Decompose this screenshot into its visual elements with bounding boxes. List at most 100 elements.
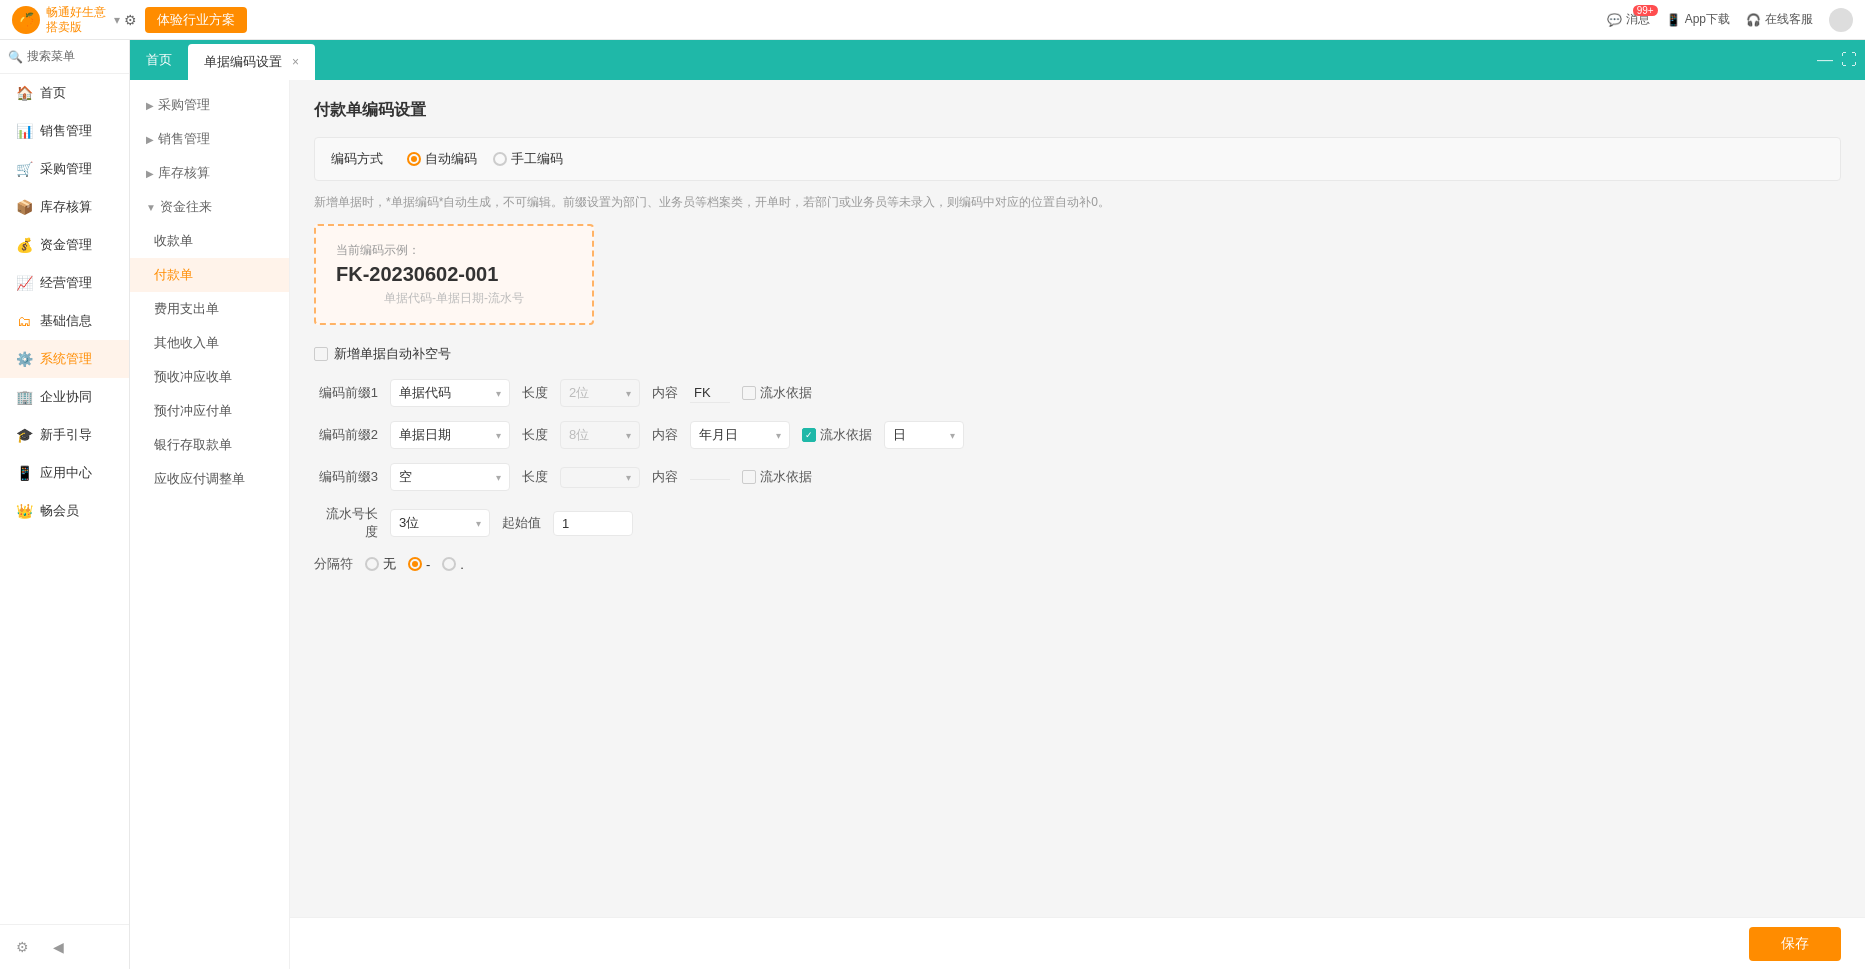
auto-code-radio[interactable]: 自动编码 bbox=[407, 150, 477, 168]
prefix2-watermark-checkbox[interactable]: ✓ bbox=[802, 428, 816, 442]
prefix3-watermark-check: 流水依据 bbox=[742, 468, 812, 486]
tab-home[interactable]: 首页 bbox=[130, 40, 188, 80]
sidebar-item-base[interactable]: 🗂 基础信息 bbox=[0, 302, 129, 340]
submenu-item-other-income[interactable]: 其他收入单 bbox=[130, 326, 289, 360]
sidebar-item-member[interactable]: 👑 畅会员 bbox=[0, 492, 129, 530]
prefix1-content-value: FK bbox=[690, 383, 730, 403]
prefix3-dropdown-icon: ▾ bbox=[496, 472, 501, 483]
sep-none-radio[interactable]: 无 bbox=[365, 555, 396, 573]
prefix2-select[interactable]: 单据日期 ▾ bbox=[390, 421, 510, 449]
sep-dot-radio[interactable]: . bbox=[442, 557, 464, 572]
arrow-right-icon: ▶ bbox=[146, 100, 154, 111]
prefix2-cycle-select[interactable]: 日 ▾ bbox=[884, 421, 964, 449]
prefix3-content-value bbox=[690, 475, 730, 480]
tab-bar-right: — ⛶ bbox=[1817, 51, 1865, 69]
prefix2-content-dropdown-icon: ▾ bbox=[776, 430, 781, 441]
sidebar-item-newbie[interactable]: 🎓 新手引导 bbox=[0, 416, 129, 454]
submenu-item-advance-receipt[interactable]: 预收冲应收单 bbox=[130, 360, 289, 394]
auto-fill-label: 新增单据自动补空号 bbox=[334, 345, 451, 363]
tab-active[interactable]: 单据编码设置 × bbox=[188, 44, 315, 80]
prefix3-content-label: 内容 bbox=[652, 468, 678, 486]
newbie-icon: 🎓 bbox=[16, 427, 32, 443]
purchase-icon: 🛒 bbox=[16, 161, 32, 177]
start-value-input[interactable] bbox=[553, 511, 633, 536]
manual-code-radio[interactable]: 手工编码 bbox=[493, 150, 563, 168]
prefix3-row: 编码前缀3 空 ▾ 长度 ▾ 内容 bbox=[314, 463, 1841, 491]
submenu-item-receipt[interactable]: 收款单 bbox=[130, 224, 289, 258]
save-button[interactable]: 保存 bbox=[1749, 927, 1841, 961]
prefix1-select[interactable]: 单据代码 ▾ bbox=[390, 379, 510, 407]
tab-expand-icon[interactable]: ⛶ bbox=[1841, 51, 1857, 69]
submenu-item-expense[interactable]: 费用支出单 bbox=[130, 292, 289, 326]
arrow-right-icon2: ▶ bbox=[146, 134, 154, 145]
sidebar-item-finance[interactable]: 💰 资金管理 bbox=[0, 226, 129, 264]
prefix3-length-dropdown-icon: ▾ bbox=[626, 472, 631, 483]
sep-none-radio-dot bbox=[365, 557, 379, 571]
prefix3-select[interactable]: 空 ▾ bbox=[390, 463, 510, 491]
submenu-group-title-sales[interactable]: ▶ 销售管理 bbox=[130, 122, 289, 156]
sidebar-item-inventory[interactable]: 📦 库存核算 bbox=[0, 188, 129, 226]
prefix1-watermark-check: 流水依据 bbox=[742, 384, 812, 402]
search-icon: 🔍 bbox=[8, 50, 23, 64]
settings-bottom-icon[interactable]: ⚙ bbox=[8, 933, 36, 961]
sidebar-item-enterprise[interactable]: 🏢 企业协同 bbox=[0, 378, 129, 416]
prefix3-watermark-checkbox[interactable] bbox=[742, 470, 756, 484]
submenu-item-bank-deposit[interactable]: 银行存取款单 bbox=[130, 428, 289, 462]
serial-length-select[interactable]: 3位 ▾ bbox=[390, 509, 490, 537]
sidebar-bottom: ⚙ ◀ bbox=[0, 924, 129, 969]
serial-length-dropdown-icon: ▾ bbox=[476, 518, 481, 529]
prefix1-length-select[interactable]: 2位 ▾ bbox=[560, 379, 640, 407]
submenu: ▶ 采购管理 ▶ 销售管理 ▶ 库存核算 bbox=[130, 80, 290, 969]
sales-icon: 📊 bbox=[16, 123, 32, 139]
system-icon: ⚙️ bbox=[16, 351, 32, 367]
submenu-item-payment[interactable]: 付款单 bbox=[130, 258, 289, 292]
sep-dot-radio-dot bbox=[442, 557, 456, 571]
prefix1-content-label: 内容 bbox=[652, 384, 678, 402]
avatar[interactable] bbox=[1829, 8, 1853, 32]
sidebar-search[interactable]: 🔍 搜索菜单 bbox=[0, 40, 129, 74]
prefix1-length-label: 长度 bbox=[522, 384, 548, 402]
sep-dash-radio[interactable]: - bbox=[408, 557, 430, 572]
settings-icon[interactable]: ⚙ bbox=[124, 12, 137, 28]
online-service-button[interactable]: 🎧 在线客服 bbox=[1746, 11, 1813, 28]
encoding-method-section: 编码方式 自动编码 手工编码 bbox=[314, 137, 1841, 181]
arrow-right-icon3: ▶ bbox=[146, 168, 154, 179]
message-icon: 💬 bbox=[1607, 13, 1622, 27]
prefix2-length-label: 长度 bbox=[522, 426, 548, 444]
submenu-group-title-inventory[interactable]: ▶ 库存核算 bbox=[130, 156, 289, 190]
sidebar-item-purchase[interactable]: 🛒 采购管理 bbox=[0, 150, 129, 188]
prefix1-watermark-checkbox[interactable] bbox=[742, 386, 756, 400]
auto-fill-checkbox[interactable] bbox=[314, 347, 328, 361]
encoding-radio-group: 自动编码 手工编码 bbox=[407, 150, 563, 168]
nav-dropdown-icon[interactable]: ▾ bbox=[114, 13, 120, 27]
sidebar-item-sales[interactable]: 📊 销售管理 bbox=[0, 112, 129, 150]
prefix3-length-select[interactable]: ▾ bbox=[560, 467, 640, 488]
prefix2-length-select[interactable]: 8位 ▾ bbox=[560, 421, 640, 449]
app-download-button[interactable]: 📱 App下载 bbox=[1666, 11, 1730, 28]
sidebar-item-operations[interactable]: 📈 经营管理 bbox=[0, 264, 129, 302]
prefix2-cycle-dropdown-icon: ▾ bbox=[950, 430, 955, 441]
sidebar-item-system[interactable]: ⚙️ 系统管理 bbox=[0, 340, 129, 378]
submenu-group-title-purchase[interactable]: ▶ 采购管理 bbox=[130, 88, 289, 122]
hint-text: 新增单据时，*单据编码*自动生成，不可编辑。前缀设置为部门、业务员等档案类，开单… bbox=[314, 193, 1841, 212]
submenu-item-advance-payment[interactable]: 预付冲应付单 bbox=[130, 394, 289, 428]
collapse-icon[interactable]: ◀ bbox=[44, 933, 72, 961]
sidebar-item-home[interactable]: 🏠 首页 bbox=[0, 74, 129, 112]
top-bar-right: 💬 消息 99+ 📱 App下载 🎧 在线客服 bbox=[1607, 8, 1853, 32]
prefix2-content-select[interactable]: 年月日 ▾ bbox=[690, 421, 790, 449]
member-icon: 👑 bbox=[16, 503, 32, 519]
prefix2-content-label: 内容 bbox=[652, 426, 678, 444]
sidebar-item-apps[interactable]: 📱 应用中心 bbox=[0, 454, 129, 492]
tab-minimize-icon[interactable]: — bbox=[1817, 51, 1833, 69]
tab-close-icon[interactable]: × bbox=[292, 55, 299, 69]
submenu-item-payable-adjust[interactable]: 应收应付调整单 bbox=[130, 462, 289, 496]
home-icon: 🏠 bbox=[16, 85, 32, 101]
submenu-group-title-capital[interactable]: ▼ 资金往来 bbox=[130, 190, 289, 224]
top-bar-left: 🍊 畅通好生意 搭卖版 ▾ ⚙ 体验行业方案 bbox=[12, 5, 1599, 34]
prefix2-dropdown-icon: ▾ bbox=[496, 430, 501, 441]
app-download-icon: 📱 bbox=[1666, 13, 1681, 27]
sidebar: 🔍 搜索菜单 🏠 首页 📊 销售管理 🛒 采购管理 📦 库存核算 💰 资金管理 … bbox=[0, 40, 130, 969]
separator-row: 分隔符 无 - . bbox=[314, 555, 1841, 573]
trial-button[interactable]: 体验行业方案 bbox=[145, 7, 247, 33]
message-button[interactable]: 💬 消息 99+ bbox=[1607, 11, 1650, 28]
